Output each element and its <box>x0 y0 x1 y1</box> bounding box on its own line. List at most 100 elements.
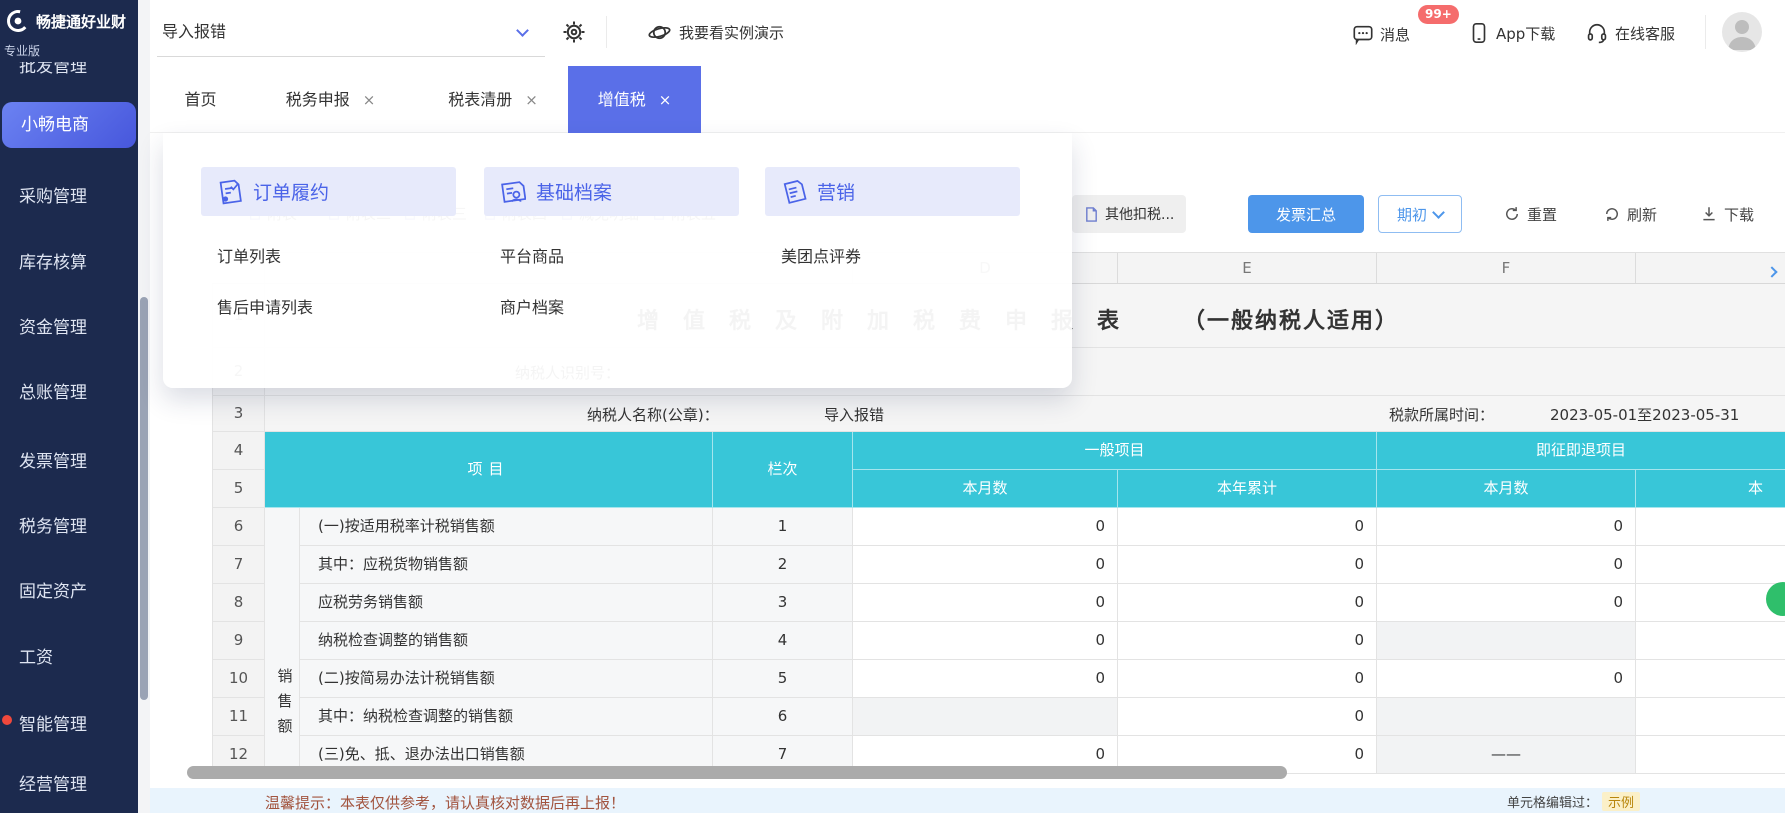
gear-icon <box>563 21 585 43</box>
divider <box>606 16 607 48</box>
value-cell[interactable]: 0 <box>853 508 1118 546</box>
close-icon[interactable]: × <box>525 91 538 109</box>
table-row[interactable]: 8 应税劳务销售额 3 0 0 0 <box>212 584 1785 622</box>
topbar: 导入报错 我要看实例演示 消息 99+ App下载 在线客服 <box>150 0 1785 66</box>
sheet-title-suffix: （一般纳税人适用） <box>1183 309 1400 334</box>
value-cell[interactable]: 0 <box>1377 660 1636 698</box>
ecommerce-mega-menu: 订单履约 订单列表 售后申请列表 基础档案 平台商品 商户档案 营销 美团点评券 <box>163 133 1072 388</box>
menu-item-aftersale-list[interactable]: 售后申请列表 <box>217 294 456 318</box>
sidebar-item-funds[interactable]: 资金管理 <box>0 313 138 338</box>
column-f[interactable]: F <box>1377 253 1636 283</box>
table-row[interactable]: 9 纳税检查调整的销售额 4 0 0 <box>212 622 1785 660</box>
line-no-cell: 6 <box>713 698 853 736</box>
opening-balance-button[interactable]: 期初 <box>1378 195 1462 233</box>
value-cell[interactable] <box>1636 622 1785 660</box>
sidebar-item-inventory[interactable]: 库存核算 <box>0 248 138 273</box>
value-cell[interactable]: 0 <box>1377 508 1636 546</box>
reset-button[interactable]: 重置 <box>1503 195 1557 233</box>
menu-column-masterdata: 基础档案 平台商品 商户档案 <box>484 167 739 318</box>
sidebar-item-ecommerce[interactable]: 小畅电商 <box>2 102 136 148</box>
row-number: 8 <box>212 584 265 622</box>
value-cell[interactable]: 0 <box>1118 546 1377 584</box>
sidebar-item-payroll[interactable]: 工资 <box>0 643 138 668</box>
table-row[interactable]: 6 (一)按适用税率计税销售额 1 0 0 0 <box>212 508 1785 546</box>
value-cell[interactable] <box>1636 698 1785 736</box>
chevron-down-icon <box>1432 205 1445 219</box>
sidebar-item-invoice[interactable]: 发票管理 <box>0 447 138 472</box>
taxpayer-name-label: 纳税人名称(公章)： <box>587 406 719 424</box>
messages-button[interactable]: 消息 <box>1352 23 1410 45</box>
scroll-right-arrow[interactable] <box>1766 261 1778 280</box>
logo-icon <box>7 10 29 32</box>
sidebar-item-tax[interactable]: 税务管理 <box>0 512 138 537</box>
value-cell[interactable]: 0 <box>1118 660 1377 698</box>
section-cell <box>265 584 300 622</box>
column-e[interactable]: E <box>1118 253 1377 283</box>
value-cell[interactable]: 0 <box>1377 584 1636 622</box>
menu-item-platform-goods[interactable]: 平台商品 <box>500 243 739 267</box>
section-cell <box>265 508 300 546</box>
value-cell[interactable]: 0 <box>1118 584 1377 622</box>
demo-link[interactable]: 我要看实例演示 <box>648 21 784 44</box>
value-cell[interactable]: 0 <box>853 660 1118 698</box>
tab-vat[interactable]: 增值税 × <box>568 66 701 133</box>
sidebar-item-operation[interactable]: 经营管理 <box>0 770 138 795</box>
download-button[interactable]: 下载 <box>1700 195 1754 233</box>
value-cell[interactable]: 0 <box>853 622 1118 660</box>
menu-category-master-data[interactable]: 基础档案 <box>484 167 739 216</box>
tax-period-value[interactable]: 2023-05-01至2023-05-31 <box>1550 404 1739 425</box>
sidebar-item-fixed-assets[interactable]: 固定资产 <box>0 577 138 602</box>
account-select[interactable]: 导入报错 <box>162 18 226 42</box>
value-cell[interactable]: 0 <box>1118 698 1377 736</box>
support-link[interactable]: 在线客服 <box>1586 22 1675 44</box>
value-cell[interactable] <box>1636 736 1785 774</box>
value-cell[interactable]: 0 <box>1118 508 1377 546</box>
value-cell <box>1377 698 1636 736</box>
row-number: 5 <box>212 470 265 508</box>
value-cell[interactable] <box>1636 584 1785 622</box>
table-row[interactable]: 10 (二)按简易办法计税销售额 5 0 0 0 <box>212 660 1785 698</box>
menu-item-order-list[interactable]: 订单列表 <box>217 243 456 267</box>
menu-item-meituan-coupon[interactable]: 美团点评券 <box>781 243 1020 267</box>
menu-category-order-fulfillment[interactable]: 订单履约 <box>201 167 456 216</box>
sidebar-item-purchase[interactable]: 采购管理 <box>0 182 138 207</box>
value-cell[interactable] <box>1636 660 1785 698</box>
value-cell[interactable] <box>1636 546 1785 584</box>
account-select-underline <box>157 56 545 57</box>
value-cell[interactable]: 0 <box>853 584 1118 622</box>
sidebar: 批发管理 畅捷通好业财 专业版 小畅电商 采购管理 库存核算 资金管理 总账管理… <box>0 0 138 813</box>
tab-tax-register[interactable]: 税表清册 × <box>428 66 558 133</box>
value-cell: —— <box>1377 736 1636 774</box>
value-cell[interactable] <box>1636 508 1785 546</box>
app-download-link[interactable]: App下载 <box>1468 22 1555 44</box>
menu-item-merchant-archive[interactable]: 商户档案 <box>500 294 739 318</box>
settings-button[interactable] <box>562 20 586 48</box>
tab-home[interactable]: 首页 <box>163 66 238 133</box>
value-cell <box>853 698 1118 736</box>
sidebar-item-smart[interactable]: 智能管理 <box>0 710 138 735</box>
sidebar-item-ledger[interactable]: 总账管理 <box>0 378 138 403</box>
taxpayer-name-value[interactable]: 导入报错 <box>824 404 884 425</box>
table-row[interactable]: 7 其中：应税货物销售额 2 0 0 0 <box>212 546 1785 584</box>
sheet-header: 4 5 项目 栏次 一般项目 即征即退项目 本月数 本年累计 本月数 本 <box>212 432 1785 508</box>
tax-period-label: 税款所属时间： <box>1389 406 1495 424</box>
close-icon[interactable]: × <box>363 91 376 109</box>
table-row[interactable]: 11 其中：纳税检查调整的销售额 6 0 <box>212 698 1785 736</box>
tab-tax-filing[interactable]: 税务申报 × <box>263 66 398 133</box>
value-cell[interactable]: 0 <box>1118 622 1377 660</box>
sidebar-scrollbar-thumb[interactable] <box>140 297 148 700</box>
value-cell[interactable]: 0 <box>853 546 1118 584</box>
menu-category-marketing[interactable]: 营销 <box>765 167 1020 216</box>
refresh-button[interactable]: 刷新 <box>1603 195 1657 233</box>
header-item: 项目 <box>265 432 713 508</box>
horizontal-scrollbar[interactable] <box>187 766 1287 779</box>
row-number: 4 <box>212 432 265 470</box>
row-number: 9 <box>212 622 265 660</box>
avatar[interactable] <box>1722 12 1762 52</box>
close-icon[interactable]: × <box>659 91 672 109</box>
invoice-summary-button[interactable]: 发票汇总 <box>1248 195 1364 233</box>
message-count-badge: 99+ <box>1418 5 1459 24</box>
value-cell[interactable]: 0 <box>1377 546 1636 584</box>
chevron-down-icon[interactable] <box>516 24 529 37</box>
subtab-other-deduction[interactable]: 其他扣税... <box>1072 195 1187 233</box>
